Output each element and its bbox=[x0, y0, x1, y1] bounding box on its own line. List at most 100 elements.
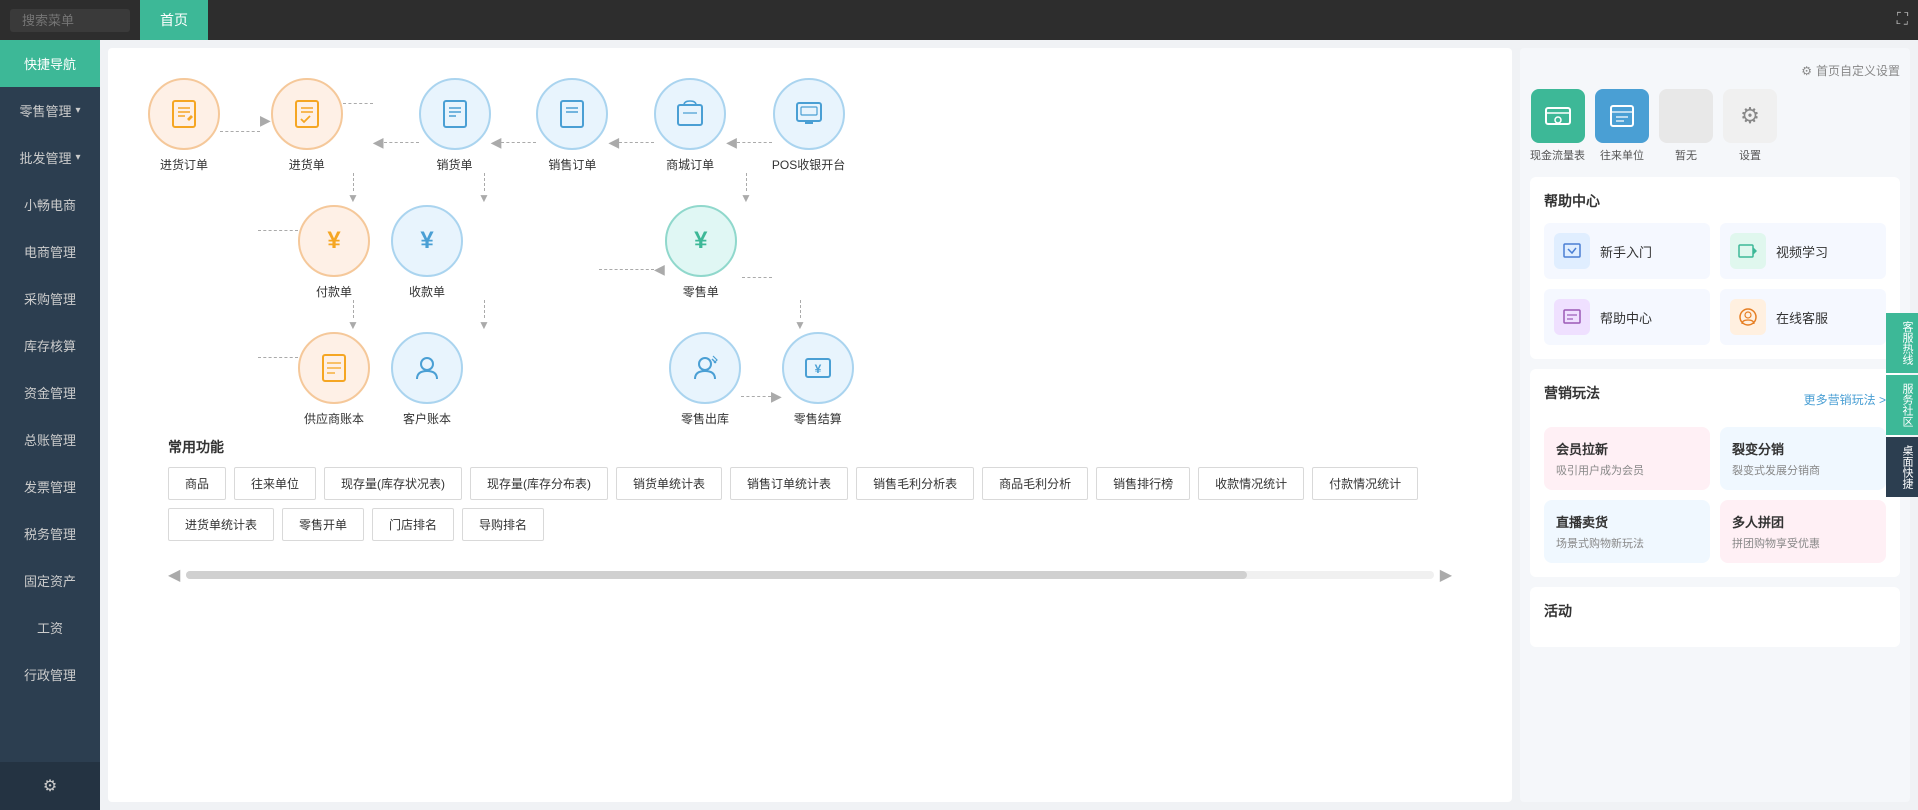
marketing-title: 营销玩法 bbox=[1544, 383, 1600, 403]
function-button[interactable]: 销售排行榜 bbox=[1096, 467, 1190, 500]
sales-order-icon bbox=[536, 78, 608, 150]
sidebar-item-inventory[interactable]: 库存核算 bbox=[0, 322, 100, 369]
sidebar-item-purchase[interactable]: 采购管理 bbox=[0, 275, 100, 322]
flow-node-purchase-order[interactable]: 进货订单 bbox=[148, 78, 220, 173]
flow-node-purchase[interactable]: 进货单 bbox=[271, 78, 343, 173]
marketing-item-fission[interactable]: 裂变分销 裂变式发展分销商 bbox=[1720, 427, 1886, 490]
sidebar-item-wholesale[interactable]: 批发管理 ▾ bbox=[0, 134, 100, 181]
retail-out-icon bbox=[669, 332, 741, 404]
sidebar-item-salary[interactable]: 工资 bbox=[0, 604, 100, 651]
sidebar-item-ledger[interactable]: 总账管理 bbox=[0, 416, 100, 463]
marketing-title-row: 营销玩法 更多营销玩法 > bbox=[1544, 383, 1886, 415]
flow-section: 进货订单 ▶ 进货单 bbox=[108, 48, 1512, 609]
function-button[interactable]: 零售开单 bbox=[282, 508, 364, 541]
help-item-video[interactable]: 视频学习 bbox=[1720, 223, 1886, 279]
function-button[interactable]: 往来单位 bbox=[234, 467, 316, 500]
help-center-card: 帮助中心 新手入门 视频学习 bbox=[1530, 177, 1900, 359]
function-button[interactable]: 销货单统计表 bbox=[616, 467, 722, 500]
supplier-account-label: 供应商账本 bbox=[304, 410, 364, 427]
customer-account-label: 客户账本 bbox=[403, 410, 451, 427]
function-button[interactable]: 销售毛利分析表 bbox=[856, 467, 974, 500]
flow-node-retail[interactable]: ¥ 零售单 bbox=[665, 205, 737, 300]
marketing-item-group[interactable]: 多人拼团 拼团购物享受优惠 bbox=[1720, 500, 1886, 563]
contacts-icon-box bbox=[1595, 89, 1649, 143]
quick-icon-cashflow[interactable]: 现金流量表 bbox=[1530, 89, 1585, 163]
home-tab[interactable]: 首页 bbox=[140, 0, 208, 40]
quick-icon-empty: 暂无 bbox=[1659, 89, 1713, 163]
customize-settings-button[interactable]: ⚙ 首页自定义设置 bbox=[1530, 58, 1900, 89]
function-button[interactable]: 现存量(库存状况表) bbox=[324, 467, 462, 500]
sidebar-item-quicknav[interactable]: 快捷导航 bbox=[0, 40, 100, 87]
float-btn-desktop[interactable]: 桌面快捷 bbox=[1886, 437, 1918, 497]
search-input[interactable] bbox=[10, 9, 130, 32]
beginner-icon bbox=[1554, 233, 1590, 269]
function-button[interactable]: 导购排名 bbox=[462, 508, 544, 541]
beginner-label: 新手入门 bbox=[1600, 242, 1652, 261]
flow-node-customer-account[interactable]: 客户账本 bbox=[391, 332, 463, 427]
chevron-icon: ▾ bbox=[75, 105, 80, 116]
sidebar-item-tax[interactable]: 税务管理 bbox=[0, 510, 100, 557]
retail-out-label: 零售出库 bbox=[681, 410, 729, 427]
marketing-item-live[interactable]: 直播卖货 场景式购物新玩法 bbox=[1544, 500, 1710, 563]
flow-node-retail-out[interactable]: 零售出库 bbox=[669, 332, 741, 427]
sidebar-settings-button[interactable]: ⚙ bbox=[0, 762, 100, 810]
settings-label: 设置 bbox=[1739, 147, 1761, 163]
function-button[interactable]: 收款情况统计 bbox=[1198, 467, 1304, 500]
support-label: 在线客服 bbox=[1776, 308, 1828, 327]
sidebar: 快捷导航 零售管理 ▾ 批发管理 ▾ 小畅电商 电商管理 采购管理 库存核算 资… bbox=[0, 40, 100, 810]
more-marketing-link[interactable]: 更多营销玩法 > bbox=[1804, 391, 1886, 408]
flow-node-payment[interactable]: ¥ 付款单 bbox=[298, 205, 370, 300]
sales-order-label: 销售订单 bbox=[548, 156, 596, 173]
function-button[interactable]: 商品毛利分析 bbox=[982, 467, 1088, 500]
chevron-icon: ▾ bbox=[75, 152, 80, 163]
expand-button[interactable]: ⛶ bbox=[1897, 11, 1908, 29]
float-btn-community[interactable]: 服务社区 bbox=[1886, 375, 1918, 435]
live-title: 直播卖货 bbox=[1556, 512, 1698, 531]
flow-node-shop-order[interactable]: 商城订单 bbox=[654, 78, 726, 173]
sidebar-item-retail[interactable]: 零售管理 ▾ bbox=[0, 87, 100, 134]
flow-node-supplier-account[interactable]: 供应商账本 bbox=[298, 332, 370, 427]
help-item-support[interactable]: 在线客服 bbox=[1720, 289, 1886, 345]
function-button[interactable]: 门店排名 bbox=[372, 508, 454, 541]
quick-icons-row: 现金流量表 往来单位 暂无 ⚙ 设置 bbox=[1530, 89, 1900, 163]
quick-icon-settings[interactable]: ⚙ 设置 bbox=[1723, 89, 1777, 163]
activity-card: 活动 bbox=[1530, 587, 1900, 647]
sidebar-item-admin[interactable]: 行政管理 bbox=[0, 651, 100, 698]
flow-node-sales-order[interactable]: 销售订单 bbox=[536, 78, 608, 173]
sidebar-item-invoice[interactable]: 发票管理 bbox=[0, 463, 100, 510]
scroll-track[interactable] bbox=[186, 571, 1433, 579]
float-buttons: 客服热线 服务社区 桌面快捷 bbox=[1886, 313, 1918, 497]
help-item-beginner[interactable]: 新手入门 bbox=[1544, 223, 1710, 279]
helpcenter-icon bbox=[1554, 299, 1590, 335]
quick-icon-contacts[interactable]: 往来单位 bbox=[1595, 89, 1649, 163]
purchase-order-label: 进货订单 bbox=[160, 156, 208, 173]
content-area: 进货订单 ▶ 进货单 bbox=[100, 40, 1918, 810]
group-title: 多人拼团 bbox=[1732, 512, 1874, 531]
sidebar-item-ecommerce-small[interactable]: 小畅电商 bbox=[0, 181, 100, 228]
flow-node-receipt[interactable]: ¥ 收款单 bbox=[391, 205, 463, 300]
function-button[interactable]: 商品 bbox=[168, 467, 226, 500]
sidebar-item-ecommerce-mgmt[interactable]: 电商管理 bbox=[0, 228, 100, 275]
flow-node-sales[interactable]: 销货单 bbox=[419, 78, 491, 173]
marketing-item-member[interactable]: 会员拉新 吸引用户成为会员 bbox=[1544, 427, 1710, 490]
flow-node-retail-settle[interactable]: ¥ 零售结算 bbox=[782, 332, 854, 427]
function-button[interactable]: 进货单统计表 bbox=[168, 508, 274, 541]
function-button[interactable]: 付款情况统计 bbox=[1312, 467, 1418, 500]
supplier-icon bbox=[298, 332, 370, 404]
retail-settle-icon: ¥ bbox=[782, 332, 854, 404]
scroll-left-button[interactable]: ◀ bbox=[168, 565, 180, 585]
purchase-order-icon bbox=[148, 78, 220, 150]
help-item-helpcenter[interactable]: 帮助中心 bbox=[1544, 289, 1710, 345]
common-functions: 常用功能 商品往来单位现存量(库存状况表)现存量(库存分布表)销货单统计表销售订… bbox=[138, 427, 1482, 561]
flow-node-pos[interactable]: POS收银开台 bbox=[772, 78, 845, 173]
float-btn-service[interactable]: 客服热线 bbox=[1886, 313, 1918, 373]
sidebar-item-assets[interactable]: 固定资产 bbox=[0, 557, 100, 604]
scroll-bar[interactable]: ◀ ▶ bbox=[138, 561, 1482, 589]
cashflow-icon-box bbox=[1531, 89, 1585, 143]
scroll-thumb[interactable] bbox=[186, 571, 1246, 579]
scroll-right-button[interactable]: ▶ bbox=[1440, 565, 1452, 585]
function-button[interactable]: 销售订单统计表 bbox=[730, 467, 848, 500]
sidebar-item-finance[interactable]: 资金管理 bbox=[0, 369, 100, 416]
function-button[interactable]: 现存量(库存分布表) bbox=[470, 467, 608, 500]
contacts-label: 往来单位 bbox=[1600, 147, 1644, 163]
